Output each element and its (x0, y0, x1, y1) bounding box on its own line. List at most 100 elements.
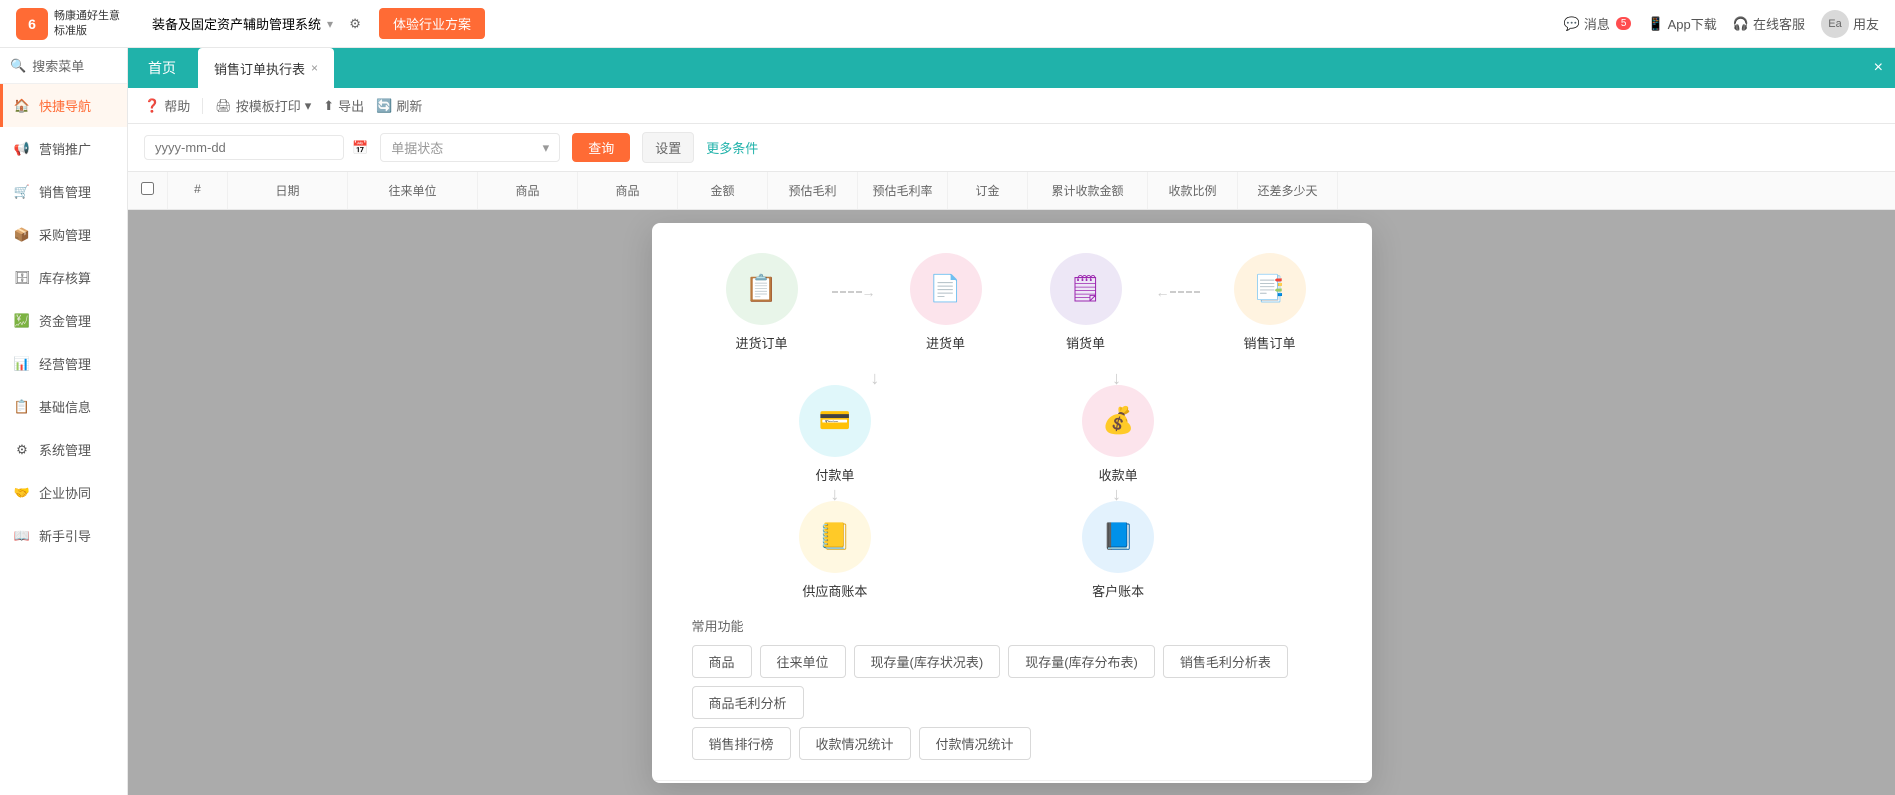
refresh-button[interactable]: 🔄 刷新 (376, 96, 422, 115)
receipt-node[interactable]: 💰 收款单 (1048, 385, 1188, 484)
print-button[interactable]: 🖨 按模板打印 ▾ (215, 96, 311, 115)
purchase-bill-node[interactable]: 📄 进货单 (876, 253, 1016, 352)
sidebar-item-system[interactable]: ⚙ 系统管理 (0, 428, 127, 471)
settings-icon[interactable]: ⚙ (341, 10, 369, 38)
message-button[interactable]: 💬 消息 5 (1564, 14, 1632, 33)
common-buttons-row2: 销售排行榜 收款情况统计 付款情况统计 (692, 727, 1332, 760)
sidebar-item-sales[interactable]: 🛒 销售管理 (0, 170, 127, 213)
print-icon: 🖨 (215, 98, 232, 114)
tab-sale-order-execution[interactable]: 销售订单执行表 × (198, 48, 334, 88)
guide-icon: 📖 (13, 527, 31, 545)
common-btn-inventory-status[interactable]: 现存量(库存状况表) (854, 645, 1001, 678)
col-rate: 预估毛利率 (858, 172, 948, 209)
modal-overlay: 📋 进货订单 → (128, 210, 1895, 795)
common-btn-goods[interactable]: 商品 (692, 645, 752, 678)
common-btn-inventory-dist[interactable]: 现存量(库存分布表) (1008, 645, 1155, 678)
more-conditions-link[interactable]: 更多条件 (706, 138, 758, 157)
tab-bar: 首页 销售订单执行表 × × (128, 48, 1895, 88)
status-select[interactable]: 单据状态 ▾ (380, 133, 560, 162)
operations-icon: 📊 (13, 355, 31, 373)
sidebar-item-label: 快捷导航 (39, 96, 91, 115)
common-btn-payment-stats[interactable]: 付款情况统计 (919, 727, 1031, 760)
help-button[interactable]: ❓ 帮助 (144, 96, 190, 115)
window-close-button[interactable]: × (1874, 59, 1883, 77)
query-button[interactable]: 查询 (572, 133, 630, 162)
separator (202, 98, 203, 114)
sidebar-item-basic-info[interactable]: 📋 基础信息 (0, 385, 127, 428)
marketing-icon: 📢 (13, 140, 31, 158)
sidebar-item-enterprise[interactable]: 🤝 企业协同 (0, 471, 127, 514)
export-button[interactable]: ⬆ 导出 (323, 96, 364, 115)
search-icon: 🔍 (10, 58, 26, 74)
sidebar-item-label: 系统管理 (39, 440, 91, 459)
sidebar-item-purchase[interactable]: 📦 采购管理 (0, 213, 127, 256)
sidebar-item-operations[interactable]: 📊 经营管理 (0, 342, 127, 385)
sale-order-node[interactable]: 📑 销售订单 (1200, 253, 1340, 352)
purchase-bill-label: 进货单 (926, 333, 965, 352)
refresh-icon: 🔄 (376, 98, 392, 114)
common-btn-sales-gross[interactable]: 销售毛利分析表 (1163, 645, 1288, 678)
experience-button[interactable]: 体验行业方案 (379, 8, 485, 39)
sale-bill-node[interactable]: 🗒 销货单 (1016, 253, 1156, 352)
common-functions: 常用功能 商品 往来单位 现存量(库存状况表) 现存量(库存分布表) 销售毛利分… (692, 616, 1332, 760)
purchase-order-node[interactable]: 📋 进货订单 (692, 253, 832, 352)
col-gross: 预估毛利 (768, 172, 858, 209)
payment-node[interactable]: 💳 付款单 (765, 385, 905, 484)
sidebar-item-label: 销售管理 (39, 182, 91, 201)
sidebar-item-finance[interactable]: 💹 资金管理 (0, 299, 127, 342)
col-num: # (168, 172, 228, 209)
supplier-ledger-label: 供应商账本 (802, 581, 867, 600)
service-icon: 🎧 (1733, 16, 1749, 32)
logo-text: 畅康通好生意 标准版 (54, 9, 120, 38)
sidebar: 🔍 搜索菜单 🏠 快捷导航 📢 营销推广 🛒 销售管理 📦 采购管理 🗄 (0, 48, 128, 795)
sidebar-item-quick-nav[interactable]: 🏠 快捷导航 (0, 84, 127, 127)
sale-order-icon: 📑 (1234, 253, 1306, 325)
app-download-button[interactable]: 📱 App下载 (1647, 14, 1716, 33)
finance-icon: 💹 (13, 312, 31, 330)
sidebar-item-inventory[interactable]: 🗄 库存核算 (0, 256, 127, 299)
online-service-button[interactable]: 🎧 在线客服 (1733, 14, 1805, 33)
common-btn-receipt-stats[interactable]: 收款情况统计 (799, 727, 911, 760)
table-header: # 日期 往来单位 商品 商品 金额 预估毛利 预估毛利率 订金 累计收款金额 … (128, 172, 1895, 210)
supplier-ledger-icon: 📒 (799, 501, 871, 573)
date-from-input[interactable] (144, 135, 344, 160)
customer-ledger-label: 客户账本 (1092, 581, 1144, 600)
help-icon: ❓ (144, 98, 160, 114)
sidebar-item-guide[interactable]: 📖 新手引导 (0, 514, 127, 557)
common-title: 常用功能 (692, 616, 1332, 635)
purchase-order-icon: 📋 (726, 253, 798, 325)
common-btn-supplier-customer[interactable]: 往来单位 (760, 645, 846, 678)
avatar: Ea (1821, 10, 1849, 38)
content-area: 首页 销售订单执行表 × × ❓ 帮助 🖨 按模板打印 ▾ (128, 48, 1895, 795)
sidebar-item-label: 库存核算 (39, 268, 91, 287)
sidebar-item-label: 采购管理 (39, 225, 91, 244)
sidebar-item-label: 经营管理 (39, 354, 91, 373)
sidebar-item-label: 新手引导 (39, 526, 91, 545)
export-icon: ⬆ (323, 98, 334, 114)
tab-close-icon[interactable]: × (311, 61, 318, 75)
settings-button[interactable]: 设置 (642, 132, 694, 163)
logo-area: 6 畅康通好生意 标准版 (16, 8, 144, 40)
supplier-ledger-node[interactable]: 📒 供应商账本 (765, 501, 905, 600)
purchase-bill-icon: 📄 (910, 253, 982, 325)
tab-home[interactable]: 首页 (128, 48, 196, 88)
sales-icon: 🛒 (13, 183, 31, 201)
customer-ledger-node[interactable]: 📘 客户账本 (1048, 501, 1188, 600)
sidebar-item-label: 资金管理 (39, 311, 91, 330)
sidebar-item-marketing[interactable]: 📢 营销推广 (0, 127, 127, 170)
search-menu-button[interactable]: 🔍 搜索菜单 (0, 48, 127, 84)
info-icon: 📋 (13, 398, 31, 416)
customer-ledger-icon: 📘 (1082, 501, 1154, 573)
system-icon: ⚙ (13, 441, 31, 459)
col-collected: 累计收款金额 (1028, 172, 1148, 209)
message-badge: 5 (1616, 17, 1632, 30)
user-profile[interactable]: Ea 用友 (1821, 10, 1879, 38)
filter-bar: 📅 单据状态 ▾ 查询 设置 更多条件 (128, 124, 1895, 172)
select-all-checkbox[interactable] (141, 182, 154, 195)
system-title-dropdown[interactable]: 装备及固定资产辅助管理系统 ▾ (152, 14, 333, 33)
system-title-area: 装备及固定资产辅助管理系统 ▾ ⚙ 体验行业方案 (152, 8, 1564, 39)
common-btn-sales-rank[interactable]: 销售排行榜 (692, 727, 791, 760)
common-btn-goods-gross[interactable]: 商品毛利分析 (692, 686, 804, 719)
logo-icon: 6 (16, 8, 48, 40)
system-title: 装备及固定资产辅助管理系统 (152, 14, 321, 33)
